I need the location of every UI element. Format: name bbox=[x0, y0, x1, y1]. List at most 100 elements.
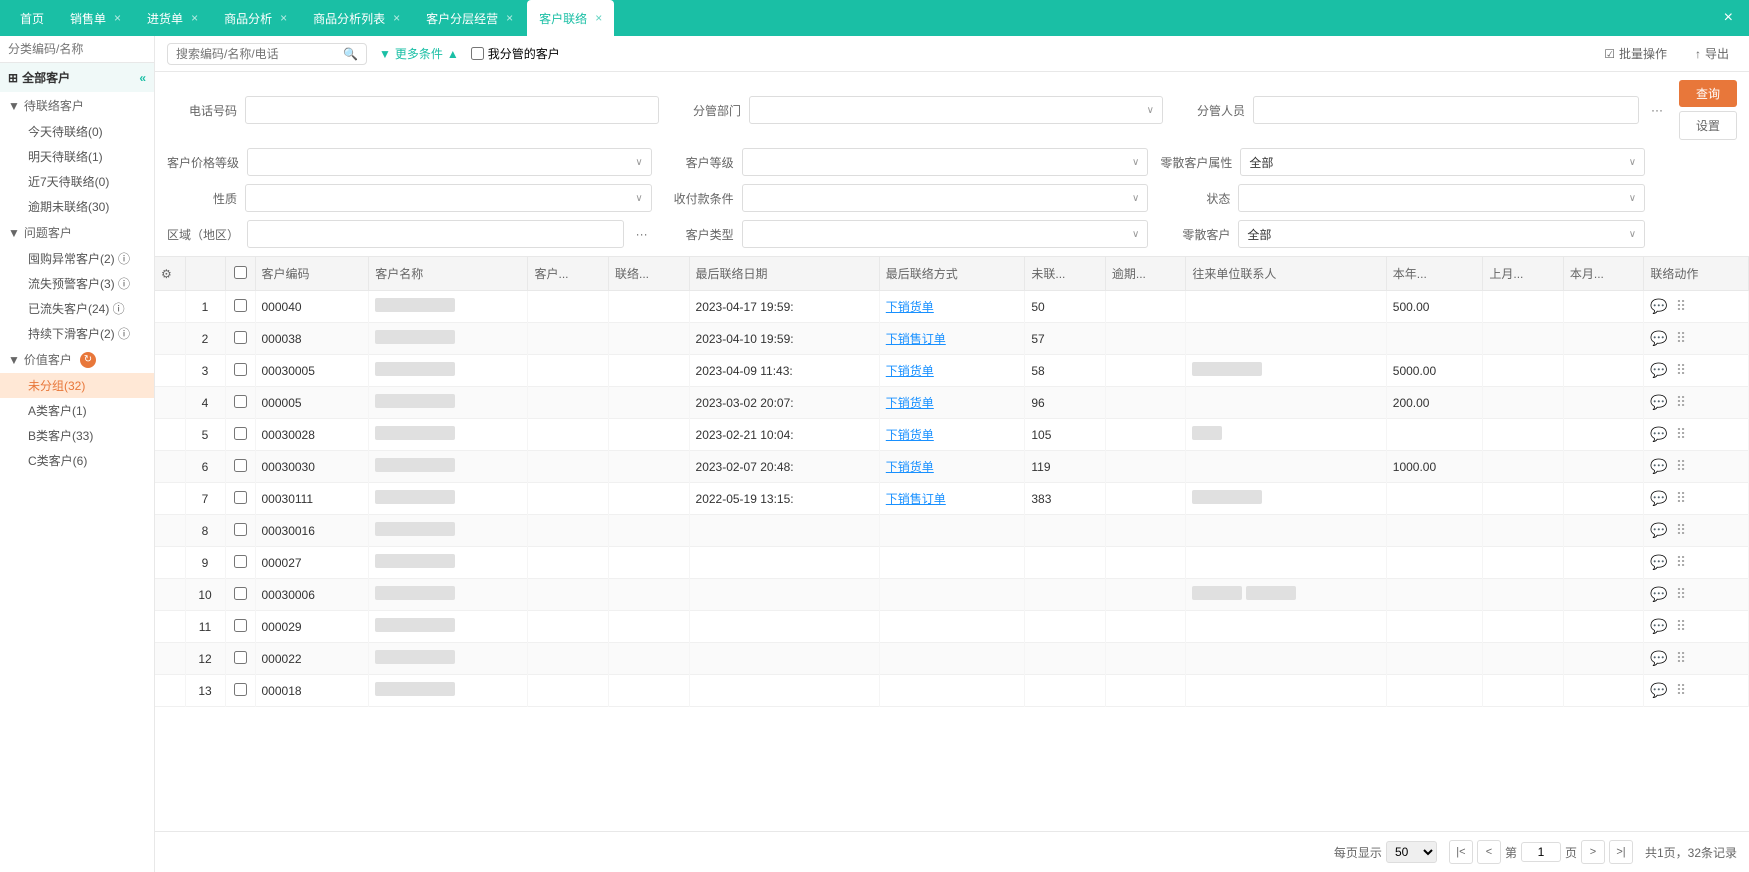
contact-icon[interactable]: 💬 bbox=[1650, 490, 1667, 507]
more-icon[interactable]: ⠿ bbox=[1676, 650, 1686, 667]
row-checkbox[interactable] bbox=[234, 683, 247, 696]
row-checkbox[interactable] bbox=[234, 331, 247, 344]
filter-payment-select[interactable]: ∨ bbox=[742, 184, 1149, 212]
sidebar-item-overdue[interactable]: 逾期未联络(30) bbox=[0, 194, 154, 219]
cell-check[interactable] bbox=[225, 451, 255, 483]
last-method-link[interactable]: 下销售订单 bbox=[886, 492, 946, 506]
cell-check[interactable] bbox=[225, 419, 255, 451]
my-customers-checkbox[interactable] bbox=[471, 47, 484, 60]
last-method-link[interactable]: 下销货单 bbox=[886, 300, 934, 314]
sidebar-item-declining[interactable]: 持续下滑客户(2) ⓘ bbox=[0, 321, 154, 346]
sidebar-value-group[interactable]: ▼ 价值客户 ↻ bbox=[0, 346, 154, 373]
more-icon[interactable]: ⠿ bbox=[1676, 458, 1686, 475]
cell-check[interactable] bbox=[225, 483, 255, 515]
sidebar-item-today[interactable]: 今天待联络(0) bbox=[0, 119, 154, 144]
row-checkbox[interactable] bbox=[234, 651, 247, 664]
last-method-link[interactable]: 下销货单 bbox=[886, 460, 934, 474]
cell-check[interactable] bbox=[225, 579, 255, 611]
contact-icon[interactable]: 💬 bbox=[1650, 618, 1667, 635]
cell-check[interactable] bbox=[225, 643, 255, 675]
row-checkbox[interactable] bbox=[234, 619, 247, 632]
filter-search-icon[interactable]: 🔍 bbox=[343, 47, 358, 61]
sidebar-item-7days[interactable]: 近7天待联络(0) bbox=[0, 169, 154, 194]
row-checkbox[interactable] bbox=[234, 523, 247, 536]
nav-goods-analysis-list[interactable]: 商品分析列表 × bbox=[301, 0, 412, 36]
th-check[interactable] bbox=[225, 257, 255, 291]
collapse-icon[interactable]: « bbox=[139, 71, 146, 85]
filter-cust-level-select[interactable]: ∨ bbox=[742, 148, 1149, 176]
prev-page-btn[interactable]: < bbox=[1477, 840, 1501, 864]
sidebar-item-abnormal[interactable]: 囤购异常客户(2) ⓘ bbox=[0, 246, 154, 271]
contact-icon[interactable]: 💬 bbox=[1650, 362, 1667, 379]
filter-region-input[interactable] bbox=[247, 220, 624, 248]
row-checkbox[interactable] bbox=[234, 491, 247, 504]
row-checkbox[interactable] bbox=[234, 395, 247, 408]
last-method-link[interactable]: 下销货单 bbox=[886, 364, 934, 378]
nav-sales[interactable]: 销售单 × bbox=[58, 0, 133, 36]
all-customers-header[interactable]: ⊞ 全部客户 « bbox=[0, 63, 154, 92]
cell-check[interactable] bbox=[225, 675, 255, 707]
nav-goods-analysis[interactable]: 商品分析 × bbox=[212, 0, 299, 36]
filter-retail-select[interactable]: 全部∨ bbox=[1238, 220, 1645, 248]
more-icon[interactable]: ⠿ bbox=[1676, 618, 1686, 635]
last-method-link[interactable]: 下销售订单 bbox=[886, 332, 946, 346]
nav-close-all[interactable]: × bbox=[1716, 9, 1741, 27]
next-page-btn[interactable]: > bbox=[1581, 840, 1605, 864]
nav-goods-analysis-list-close[interactable]: × bbox=[393, 11, 400, 25]
more-icon[interactable]: ⠿ bbox=[1676, 394, 1686, 411]
row-checkbox[interactable] bbox=[234, 363, 247, 376]
filter-price-level-select[interactable]: ∨ bbox=[247, 148, 652, 176]
filter-retail-attr-select[interactable]: 全部∨ bbox=[1240, 148, 1645, 176]
nav-purchase[interactable]: 进货单 × bbox=[135, 0, 210, 36]
row-checkbox[interactable] bbox=[234, 555, 247, 568]
filter-status-select[interactable]: ∨ bbox=[1238, 184, 1645, 212]
last-method-link[interactable]: 下销货单 bbox=[886, 396, 934, 410]
contact-icon[interactable]: 💬 bbox=[1650, 426, 1667, 443]
sidebar-item-ungrouped[interactable]: 未分组(32) bbox=[0, 373, 154, 398]
filter-search-input[interactable] bbox=[176, 47, 339, 61]
nav-goods-analysis-close[interactable]: × bbox=[280, 11, 287, 25]
sidebar-item-c-class[interactable]: C类客户(6) bbox=[0, 448, 154, 473]
row-checkbox[interactable] bbox=[234, 587, 247, 600]
contact-icon[interactable]: 💬 bbox=[1650, 682, 1667, 699]
filter-cust-type-select[interactable]: ∨ bbox=[742, 220, 1149, 248]
nav-customer-tier-close[interactable]: × bbox=[506, 11, 513, 25]
nav-customer-contact-close[interactable]: × bbox=[595, 11, 602, 25]
filter-phone-input[interactable] bbox=[245, 96, 659, 124]
cell-check[interactable] bbox=[225, 291, 255, 323]
cell-check[interactable] bbox=[225, 323, 255, 355]
select-all-checkbox[interactable] bbox=[234, 266, 247, 279]
current-page-input[interactable] bbox=[1521, 842, 1561, 862]
contact-icon[interactable]: 💬 bbox=[1650, 458, 1667, 475]
reset-button[interactable]: 设置 bbox=[1679, 111, 1737, 140]
filter-more-conditions[interactable]: ▼ 更多条件 ▲ bbox=[379, 45, 459, 62]
contact-icon[interactable]: 💬 bbox=[1650, 330, 1667, 347]
th-settings[interactable]: ⚙ bbox=[155, 257, 185, 291]
sidebar-item-tomorrow[interactable]: 明天待联络(1) bbox=[0, 144, 154, 169]
row-checkbox[interactable] bbox=[234, 427, 247, 440]
sidebar-item-a-class[interactable]: A类客户(1) bbox=[0, 398, 154, 423]
filter-manager-input[interactable] bbox=[1253, 96, 1639, 124]
filter-region-more[interactable]: ··· bbox=[632, 223, 652, 245]
cell-check[interactable] bbox=[225, 515, 255, 547]
filter-manager-more[interactable]: ··· bbox=[1647, 99, 1667, 121]
cell-check[interactable] bbox=[225, 355, 255, 387]
filter-nature-select[interactable]: ∨ bbox=[245, 184, 652, 212]
more-icon[interactable]: ⠿ bbox=[1676, 298, 1686, 315]
more-icon[interactable]: ⠿ bbox=[1676, 426, 1686, 443]
more-icon[interactable]: ⠿ bbox=[1676, 330, 1686, 347]
refresh-badge[interactable]: ↻ bbox=[80, 352, 96, 368]
more-icon[interactable]: ⠿ bbox=[1676, 554, 1686, 571]
more-icon[interactable]: ⠿ bbox=[1676, 682, 1686, 699]
cell-check[interactable] bbox=[225, 387, 255, 419]
last-method-link[interactable]: 下销货单 bbox=[886, 428, 934, 442]
sidebar-problem-group[interactable]: ▼ 问题客户 bbox=[0, 219, 154, 246]
nav-customer-contact[interactable]: 客户联络 × bbox=[527, 0, 614, 36]
contact-icon[interactable]: 💬 bbox=[1650, 522, 1667, 539]
my-customers-filter[interactable]: 我分管的客户 bbox=[471, 45, 560, 62]
export-button[interactable]: ↑ 导出 bbox=[1687, 42, 1737, 65]
contact-icon[interactable]: 💬 bbox=[1650, 394, 1667, 411]
query-button[interactable]: 查询 bbox=[1679, 80, 1737, 107]
first-page-btn[interactable]: |< bbox=[1449, 840, 1473, 864]
row-checkbox[interactable] bbox=[234, 299, 247, 312]
